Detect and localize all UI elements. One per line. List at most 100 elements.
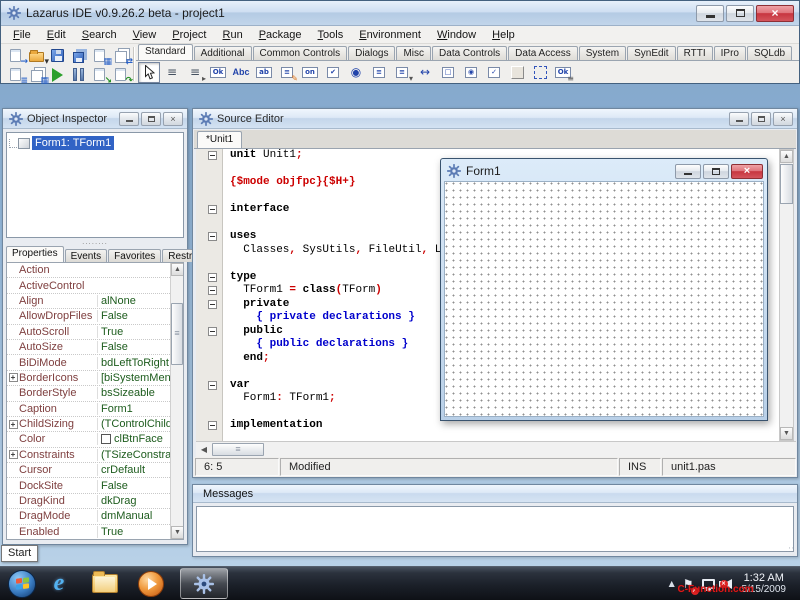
oi-tab-events[interactable]: Events [65,249,108,262]
expand-icon[interactable]: + [9,420,18,429]
property-row-childsizing[interactable]: +ChildSizing(TControlChildSi [7,417,170,432]
editor-scroll-up[interactable]: ▲ [780,150,793,163]
expand-icon[interactable]: + [9,373,18,382]
oi-close-button[interactable]: × [163,112,183,126]
palette-tab-rtti[interactable]: RTTI [677,46,713,60]
save-button[interactable] [47,46,68,65]
palette-component-tactionlist[interactable]: Ok≡ [552,62,574,83]
se-minimize-button[interactable] [729,112,749,126]
resize-grip[interactable]: .:: [785,545,795,554]
file-explorer-taskbar-icon[interactable] [82,568,128,600]
palette-tab-synedit[interactable]: SynEdit [627,46,675,60]
lazarus-taskbar-button[interactable] [180,568,228,599]
clock[interactable]: 1:32 AM 5/15/2009 C-Function.com [740,572,795,596]
palette-component-tmainmenu[interactable]: ≡ [161,62,183,83]
menu-search[interactable]: Search [74,27,125,43]
messages-titlebar[interactable]: Messages [193,485,797,503]
fold-marker-icon[interactable] [208,205,217,214]
menu-tools[interactable]: Tools [310,27,352,43]
palette-component-tradiogroup[interactable]: ◉ [460,62,482,83]
palette-component-tgroupbox[interactable]: □ [437,62,459,83]
palette-component-tbutton[interactable]: Ok [207,62,229,83]
fold-marker-icon[interactable] [208,381,217,390]
se-maximize-button[interactable] [751,112,771,126]
oi-maximize-button[interactable] [141,112,161,126]
palette-tab-dialogs[interactable]: Dialogs [348,46,395,60]
menu-view[interactable]: View [125,27,165,43]
property-row-align[interactable]: AlignalNone [7,294,170,309]
palette-tab-ipro[interactable]: IPro [714,46,746,60]
fold-marker-icon[interactable] [208,273,217,282]
editor-scroll-down[interactable]: ▼ [780,427,793,440]
main-titlebar[interactable]: Lazarus IDE v0.9.26.2 beta - project1 × [1,1,799,26]
editor-hscroll-thumb[interactable]: ≡ [212,443,264,456]
palette-component-tscrollbar[interactable]: ↔ [414,62,436,83]
property-row-dragmode[interactable]: DragModedmManual [7,509,170,524]
palette-tab-data-controls[interactable]: Data Controls [432,46,507,60]
palette-component-tedit[interactable]: ab [253,62,275,83]
property-row-autosize[interactable]: AutoSizeFalse [7,340,170,355]
toggle-form-unit-button[interactable]: ⇄ [110,46,131,65]
object-tree[interactable]: Form1: TForm1 [6,132,184,238]
fold-marker-icon[interactable] [208,300,217,309]
step-into-button[interactable]: ↘ [89,65,110,84]
fold-marker-icon[interactable] [208,151,217,160]
editor-vertical-scrollbar[interactable]: ▲ ▼ [779,149,794,441]
view-forms-button[interactable]: ▦ [26,65,47,84]
editor-scroll-left[interactable]: ◀ [196,443,212,457]
palette-component-tcheckbox[interactable]: ✔ [322,62,344,83]
view-units-button[interactable]: ≡ [5,65,26,84]
menu-project[interactable]: Project [164,27,214,43]
new-unit-button[interactable]: → [5,46,26,65]
palette-component-tlistbox[interactable]: ≡ [368,62,390,83]
new-form-button[interactable]: ▦ [89,46,110,65]
fold-marker-icon[interactable] [208,421,217,430]
property-row-color[interactable]: ColorclBtnFace [7,432,170,447]
property-row-constraints[interactable]: +Constraints(TSizeConstraint [7,448,170,463]
messages-content[interactable] [196,506,794,552]
palette-tab-additional[interactable]: Additional [194,46,252,60]
start-button[interactable] [8,570,36,598]
form-minimize-button[interactable] [675,164,701,179]
palette-tab-standard[interactable]: Standard [138,44,193,60]
menu-window[interactable]: Window [429,27,484,43]
property-row-bidimode[interactable]: BiDiModebdLeftToRight [7,355,170,370]
palette-component-tpopupmenu[interactable]: ≡▸ [184,62,206,83]
property-row-enabled[interactable]: EnabledTrue [7,525,170,540]
tree-item-form1[interactable]: Form1: TForm1 [9,135,183,151]
property-row-cursor[interactable]: CursorcrDefault [7,463,170,478]
menu-environment[interactable]: Environment [351,27,429,43]
internet-explorer-taskbar-icon[interactable]: e [36,568,82,600]
fold-marker-icon[interactable] [208,286,217,295]
editor-vscroll-thumb[interactable] [780,164,793,204]
save-all-button[interactable] [68,46,89,65]
palette-tab-system[interactable]: System [579,46,626,60]
property-grid[interactable]: ActionActiveControlAlignalNoneAllowDropF… [6,262,184,540]
tab-unit1[interactable]: *Unit1 [197,131,242,148]
expand-icon[interactable]: + [9,450,18,459]
fold-marker-icon[interactable] [208,232,217,241]
pause-button[interactable] [68,65,89,84]
palette-component-tcombobox[interactable]: ≡▾ [391,62,413,83]
media-player-taskbar-icon[interactable] [128,568,174,600]
fold-marker-icon[interactable] [208,327,217,336]
property-row-autoscroll[interactable]: AutoScrollTrue [7,325,170,340]
property-row-bordericons[interactable]: +BorderIcons[biSystemMenu, [7,371,170,386]
object-inspector-titlebar[interactable]: Object Inspector × [3,109,187,129]
form-titlebar[interactable]: Form1 × [443,161,765,181]
property-row-caption[interactable]: CaptionForm1 [7,402,170,417]
palette-component-tframe[interactable] [529,62,551,83]
se-close-button[interactable]: × [773,112,793,126]
source-editor-titlebar[interactable]: Source Editor × [193,109,797,129]
palette-tab-sqldb[interactable]: SQLdb [747,46,792,60]
step-over-button[interactable]: ↷ [110,65,131,84]
palette-component-tpanel[interactable] [506,62,528,83]
palette-tab-common-controls[interactable]: Common Controls [253,46,348,60]
property-row-docksite[interactable]: DockSiteFalse [7,478,170,493]
scroll-down-arrow[interactable]: ▼ [171,526,184,539]
palette-component-tlabel[interactable]: Abc [230,62,252,83]
palette-component-tmemo[interactable]: ≡✎ [276,62,298,83]
form-design-surface[interactable] [444,181,764,417]
scroll-up-arrow[interactable]: ▲ [171,263,184,276]
palette-component-tcheckgroup[interactable]: ✓ [483,62,505,83]
